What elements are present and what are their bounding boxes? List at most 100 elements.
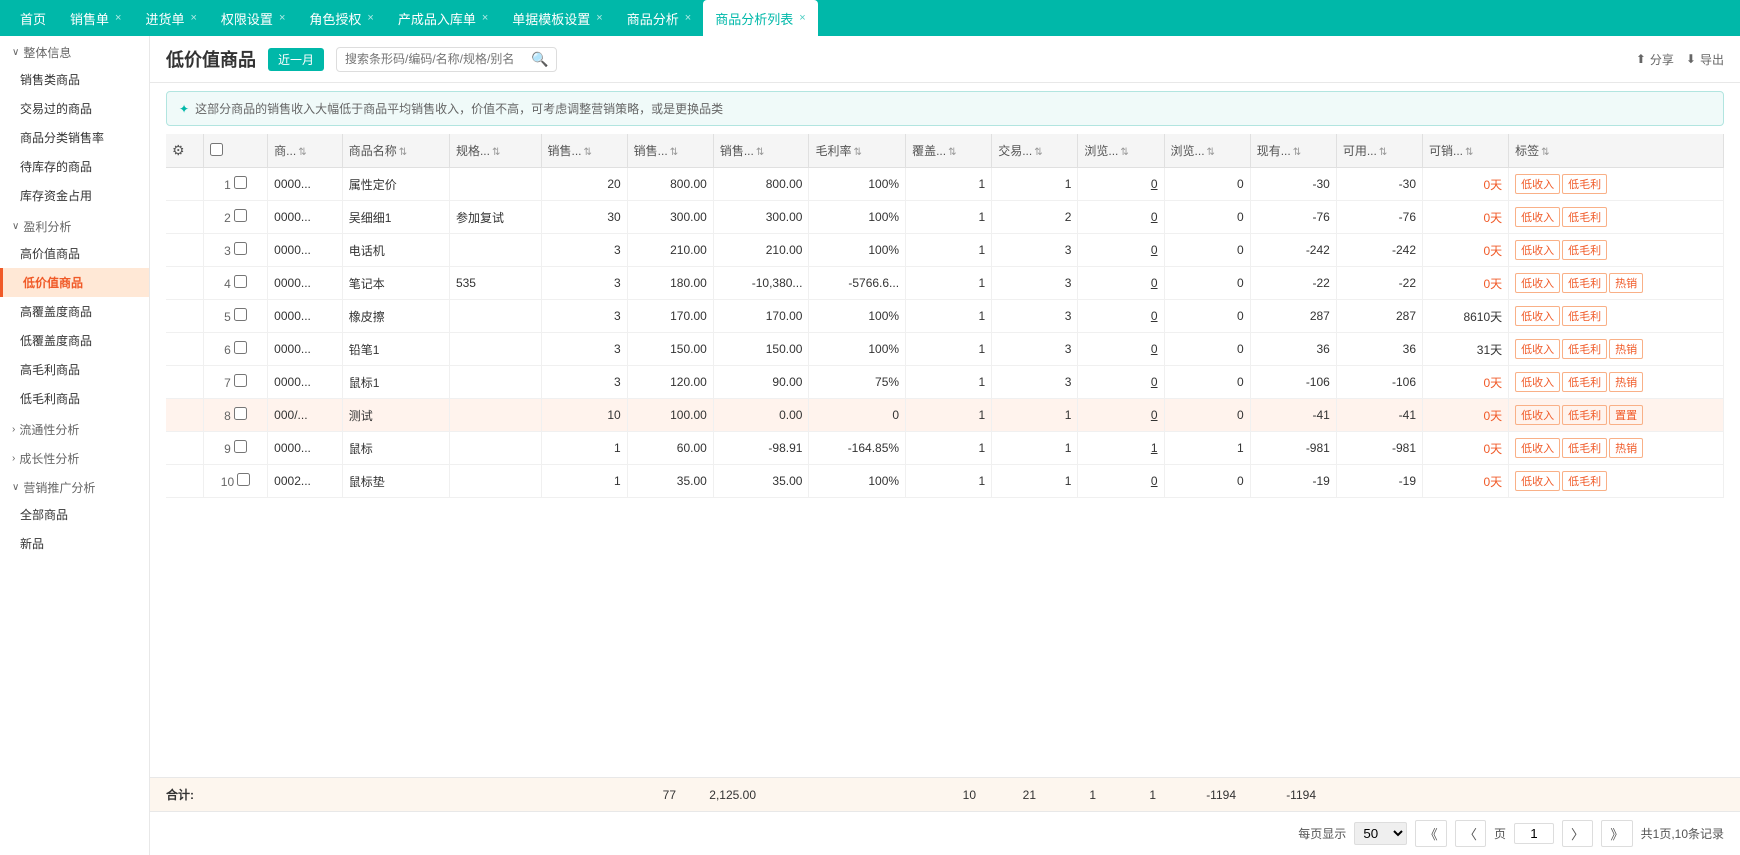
nav-close-icon[interactable]: ×	[799, 12, 805, 24]
view1-link[interactable]: 0	[1151, 243, 1158, 257]
page-input[interactable]	[1514, 823, 1554, 844]
search-icon[interactable]: 🔍	[531, 51, 548, 68]
cell-view1[interactable]: 0	[1078, 399, 1164, 432]
row-checkbox[interactable]	[234, 374, 247, 387]
nav-item-角色授权[interactable]: 角色授权×	[297, 0, 385, 36]
next-page-button[interactable]: 〉	[1562, 820, 1593, 847]
row-checkbox[interactable]	[234, 209, 247, 222]
cell-view1[interactable]: 0	[1078, 267, 1164, 300]
per-page-select[interactable]: 50 100 200	[1354, 822, 1407, 845]
sort-icon[interactable]: ⇅	[584, 147, 592, 158]
sort-icon[interactable]: ⇅	[399, 147, 407, 158]
nav-close-icon[interactable]: ×	[115, 12, 121, 24]
sort-icon[interactable]: ⇅	[1465, 147, 1473, 158]
nav-item-单据模板设置[interactable]: 单据模板设置×	[500, 0, 614, 36]
cell-view1[interactable]: 0	[1078, 234, 1164, 267]
sort-icon[interactable]: ⇅	[756, 147, 764, 158]
sidebar-item-高覆盖度商品[interactable]: 高覆盖度商品	[0, 297, 149, 326]
row-checkbox[interactable]	[234, 275, 247, 288]
export-button[interactable]: ⬇ 导出	[1686, 51, 1724, 68]
sidebar-item-低覆盖度商品[interactable]: 低覆盖度商品	[0, 326, 149, 355]
nav-close-icon[interactable]: ×	[482, 12, 488, 24]
cell-view1[interactable]: 0	[1078, 201, 1164, 234]
sort-icon[interactable]: ⇅	[1034, 147, 1042, 158]
row-checkbox[interactable]	[234, 341, 247, 354]
sidebar-item-全部商品[interactable]: 全部商品	[0, 500, 149, 529]
nav-close-icon[interactable]: ×	[190, 12, 196, 24]
sidebar-item-待库存的商品[interactable]: 待库存的商品	[0, 152, 149, 181]
cell-name: 电话机	[342, 234, 449, 267]
nav-item-产成品入库单[interactable]: 产成品入库单×	[386, 0, 500, 36]
table-wrap[interactable]: ⚙商...⇅商品名称⇅规格...⇅销售...⇅销售...⇅销售...⇅毛利率⇅覆…	[150, 134, 1740, 777]
view1-link[interactable]: 1	[1151, 441, 1158, 455]
nav-close-icon[interactable]: ×	[596, 12, 602, 24]
sort-icon[interactable]: ⇅	[1541, 147, 1549, 158]
sidebar-group-成长性分析[interactable]: ›成长性分析	[0, 442, 149, 471]
sort-icon[interactable]: ⇅	[853, 147, 861, 158]
sort-icon[interactable]: ⇅	[492, 147, 500, 158]
sidebar-group-整体信息[interactable]: ∨整体信息	[0, 36, 149, 65]
prev-page-button[interactable]: 〈	[1455, 820, 1486, 847]
sidebar-item-库存资金占用[interactable]: 库存资金占用	[0, 181, 149, 210]
row-checkbox[interactable]	[234, 440, 247, 453]
sidebar-item-低毛利商品[interactable]: 低毛利商品	[0, 384, 149, 413]
cell-view1[interactable]: 0	[1078, 366, 1164, 399]
sidebar-item-销售类商品[interactable]: 销售类商品	[0, 65, 149, 94]
nav-item-首页[interactable]: 首页	[8, 0, 58, 36]
row-checkbox[interactable]	[234, 176, 247, 189]
period-button[interactable]: 近一月	[268, 48, 324, 71]
sidebar-item-交易过的商品[interactable]: 交易过的商品	[0, 94, 149, 123]
cell-code: 0000...	[268, 201, 343, 234]
nav-close-icon[interactable]: ×	[367, 12, 373, 24]
cell-settings	[166, 432, 204, 465]
sidebar-item-新品[interactable]: 新品	[0, 529, 149, 558]
row-checkbox[interactable]	[234, 242, 247, 255]
cell-view1[interactable]: 1	[1078, 432, 1164, 465]
nav-item-销售单[interactable]: 销售单×	[58, 0, 133, 36]
view1-link[interactable]: 0	[1151, 408, 1158, 422]
settings-icon[interactable]: ⚙	[172, 142, 185, 158]
view1-link[interactable]: 0	[1151, 309, 1158, 323]
nav-item-商品分析[interactable]: 商品分析×	[615, 0, 703, 36]
sidebar-group-盈利分析[interactable]: ∨盈利分析	[0, 210, 149, 239]
col-label: 商...	[274, 144, 296, 158]
cell-view1[interactable]: 0	[1078, 333, 1164, 366]
sort-icon[interactable]: ⇅	[1293, 147, 1301, 158]
cell-num: 4	[204, 267, 268, 300]
sidebar-group-营销推广分析[interactable]: ∨营销推广分析	[0, 471, 149, 500]
row-checkbox[interactable]	[234, 308, 247, 321]
nav-item-权限设置[interactable]: 权限设置×	[209, 0, 297, 36]
view1-link[interactable]: 0	[1151, 177, 1158, 191]
sort-icon[interactable]: ⇅	[948, 147, 956, 158]
sidebar-item-商品分类销售率[interactable]: 商品分类销售率	[0, 123, 149, 152]
nav-close-icon[interactable]: ×	[279, 12, 285, 24]
sort-icon[interactable]: ⇅	[298, 147, 306, 158]
view1-link[interactable]: 0	[1151, 375, 1158, 389]
sort-icon[interactable]: ⇅	[1207, 147, 1215, 158]
select-all-checkbox[interactable]	[210, 143, 223, 156]
sidebar-item-高价值商品[interactable]: 高价值商品	[0, 239, 149, 268]
sort-icon[interactable]: ⇅	[1379, 147, 1387, 158]
nav-item-商品分析列表[interactable]: 商品分析列表×	[703, 0, 817, 36]
nav-close-icon[interactable]: ×	[685, 12, 691, 24]
view1-link[interactable]: 0	[1151, 342, 1158, 356]
sidebar-item-高毛利商品[interactable]: 高毛利商品	[0, 355, 149, 384]
first-page-button[interactable]: 《	[1415, 820, 1446, 847]
share-button[interactable]: ⬆ 分享	[1636, 51, 1674, 68]
view1-link[interactable]: 0	[1151, 276, 1158, 290]
cell-view1[interactable]: 0	[1078, 465, 1164, 498]
sidebar-item-低价值商品[interactable]: 低价值商品	[0, 268, 149, 297]
view1-link[interactable]: 0	[1151, 210, 1158, 224]
row-checkbox[interactable]	[237, 473, 250, 486]
nav-item-进货单[interactable]: 进货单×	[133, 0, 208, 36]
sort-icon[interactable]: ⇅	[1120, 147, 1128, 158]
search-input[interactable]	[345, 52, 525, 66]
footer-cell	[1402, 788, 1482, 802]
last-page-button[interactable]: 》	[1601, 820, 1632, 847]
sort-icon[interactable]: ⇅	[670, 147, 678, 158]
cell-view1[interactable]: 0	[1078, 168, 1164, 201]
view1-link[interactable]: 0	[1151, 474, 1158, 488]
cell-view1[interactable]: 0	[1078, 300, 1164, 333]
row-checkbox[interactable]	[234, 407, 247, 420]
sidebar-group-流通性分析[interactable]: ›流通性分析	[0, 413, 149, 442]
